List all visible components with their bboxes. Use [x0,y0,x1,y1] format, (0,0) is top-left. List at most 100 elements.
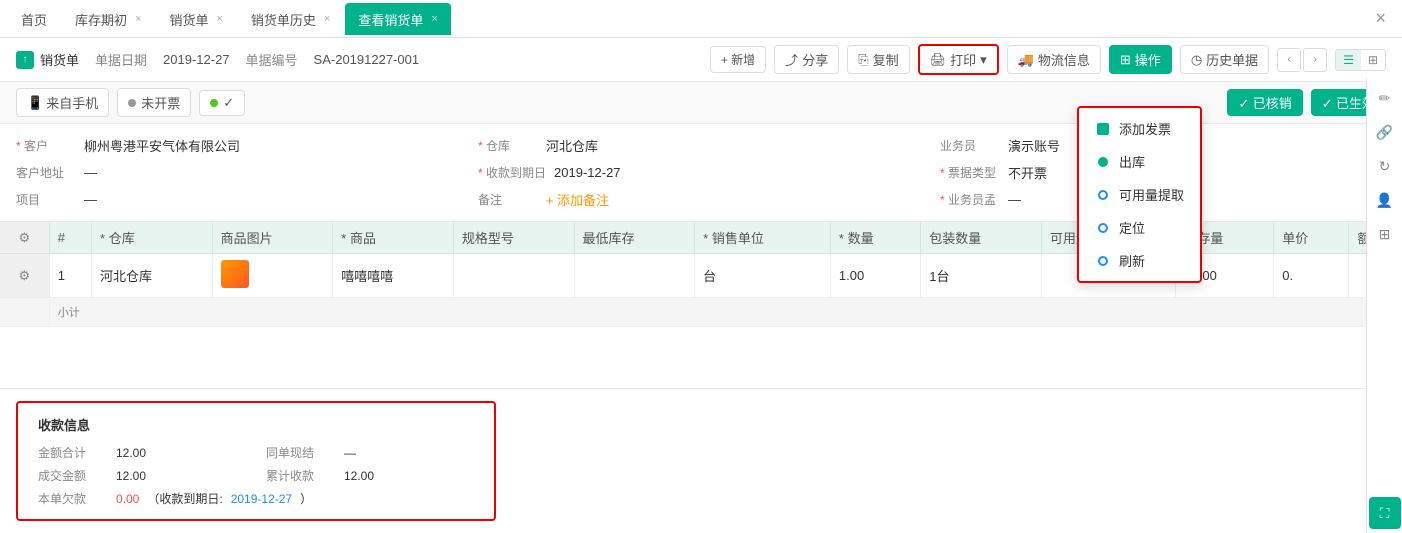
cumulative-label: 累计收款 [266,467,336,484]
print-button[interactable]: 🖨 打印 ▾ [918,44,999,75]
share-label: 分享 [802,50,828,69]
refresh-label: 刷新 [1119,251,1145,270]
history-icon: ◷ [1191,52,1202,68]
date-value: 2019-12-27 [163,52,230,67]
next-button[interactable]: › [1303,48,1327,72]
row-spec [453,254,574,298]
cumulative-value: 12.00 [344,469,374,483]
check-label: ✓ [223,95,234,111]
copy-button[interactable]: ⎘ 复制 [847,45,909,74]
share-button[interactable]: ⤴ 分享 [774,45,839,74]
customer-label: 客户 [16,137,76,154]
tab-inventory-close[interactable]: × [135,13,141,25]
tab-view-sales-close[interactable]: × [431,13,437,25]
sidebar-table-icon[interactable]: ⊞ [1369,218,1401,250]
cancelled-button[interactable]: ✓ 已核销 [1227,89,1302,116]
bottom-panel: 收款信息 金额合计 12.00 同单现结 — 成交金额 12.00 累计收款 1… [0,389,1402,533]
tab-inventory-init[interactable]: 库存期初 × [62,3,154,35]
row-package-qty: 1台 [921,254,1042,298]
invoice-type-label: 票据类型 [940,164,1000,181]
new-button[interactable]: + 新增 [710,46,766,73]
payment-date-value: 2019-12-27 [554,165,621,180]
sales-order-icon: ↑ [16,51,34,69]
row-sales-unit: 台 [695,254,831,298]
add-note-button[interactable]: + 添加备注 [546,190,609,209]
tab-sales-history[interactable]: 销货单历史 × [238,3,343,35]
warehouse-value: 河北仓库 [546,136,598,155]
payment-date-row: 收款到期日 2019-12-27 [478,163,924,182]
available-qty-item[interactable]: 可用量提取 [1079,178,1200,211]
main-area: ↑ 销货单 单据日期 2019-12-27 单据编号 SA-20191227-0… [0,38,1402,533]
sidebar-person-icon[interactable]: 👤 [1369,184,1401,216]
location-item[interactable]: 定位 [1079,211,1200,244]
row-product: 嘻嘻嘻嘻 [333,254,454,298]
subtotal-row: 小计 [0,298,1402,327]
location-label: 定位 [1119,218,1145,237]
copy-label: 复制 [873,50,899,69]
warehouse-label: 仓库 [478,137,538,154]
cumulative-row: 累计收款 12.00 [266,467,474,484]
total-amount-row: 金额合计 12.00 [38,444,246,461]
not-open-label: 未开票 [141,93,180,112]
tab-sales-label: 销货单 [169,10,208,29]
global-close-button[interactable]: × [1367,4,1394,33]
add-note-label: 添加备注 [557,193,609,208]
refresh-item[interactable]: 刷新 [1079,244,1200,277]
tab-sales-order[interactable]: 销货单 × [156,3,235,35]
available-qty-icon [1095,187,1111,203]
outbound-item[interactable]: 出库 [1079,145,1200,178]
doc-title: ↑ 销货单 [16,50,79,69]
same-settlement-label: 同单现结 [266,444,336,461]
operations-label: 操作 [1135,50,1161,69]
row-no: 1 [49,254,91,298]
tab-history-close[interactable]: × [324,13,330,25]
effective-icon: ✓ [1322,96,1333,111]
prev-button[interactable]: ‹ [1277,48,1301,72]
check-button[interactable]: ✓ [199,90,245,116]
add-invoice-item[interactable]: 添加发票 [1079,112,1200,145]
tab-sales-close[interactable]: × [216,13,222,25]
tab-home[interactable]: 首页 [8,3,60,35]
logistics-button[interactable]: 🚚 物流信息 [1007,45,1101,74]
row-unit-price: 0. [1274,254,1349,298]
gear-column[interactable]: ⚙ [0,222,49,254]
subtotal-gear [0,298,49,327]
tab-view-sales-label: 查看销货单 [358,10,423,29]
sales-unit-column: * 销售单位 [695,222,831,254]
address-label: 客户地址 [16,164,76,181]
sidebar-expand-icon[interactable]: ⛶ [1369,497,1401,529]
subtotal-label: 小计 [49,298,1401,327]
payment-rows: 金额合计 12.00 同单现结 — 成交金额 12.00 累计收款 12.00 … [38,444,474,507]
note-label: 备注 [478,191,538,208]
tab-view-sales[interactable]: 查看销货单 × [345,3,450,35]
unit-price-column: 单价 [1274,222,1349,254]
sidebar-edit-icon[interactable]: ✏ [1369,82,1401,114]
outbound-label: 出库 [1119,152,1145,171]
quantity-column: * 数量 [830,222,920,254]
add-invoice-label: 添加发票 [1119,119,1171,138]
sidebar-link-icon[interactable]: 🔗 [1369,116,1401,148]
customer-value: 柳州粤港平安气体有限公司 [84,136,240,155]
row-quantity: 1.00 [830,254,920,298]
row-gear[interactable]: ⚙ [0,254,49,298]
min-stock-column: 最低库存 [574,222,695,254]
customer-row: 客户 柳州粤港平安气体有限公司 [16,136,462,155]
location-icon [1095,220,1111,236]
copy-icon: ⎘ [858,52,868,68]
from-phone-button[interactable]: 📱 来自手机 [16,88,109,117]
cancelled-label: 已核销 [1253,96,1292,111]
not-open-button[interactable]: 未开票 [117,88,191,117]
project-row: 项目 — [16,190,462,209]
share-icon: ⤴ [785,50,798,69]
print-icon: 🖨 [930,52,947,68]
note-row: 备注 + 添加备注 [478,190,924,209]
payment-title: 收款信息 [38,415,474,434]
sidebar-sync-icon[interactable]: ↻ [1369,150,1401,182]
operations-button[interactable]: ⊞ 操作 [1109,45,1172,74]
view-grid-button[interactable]: ⊞ [1361,50,1385,70]
doc-type-label: 销货单 [40,50,79,69]
view-list-button[interactable]: ☰ [1336,50,1361,70]
operations-icon: ⊞ [1120,52,1131,68]
package-qty-column: 包装数量 [921,222,1042,254]
history-button[interactable]: ◷ 历史单据 [1180,45,1269,74]
